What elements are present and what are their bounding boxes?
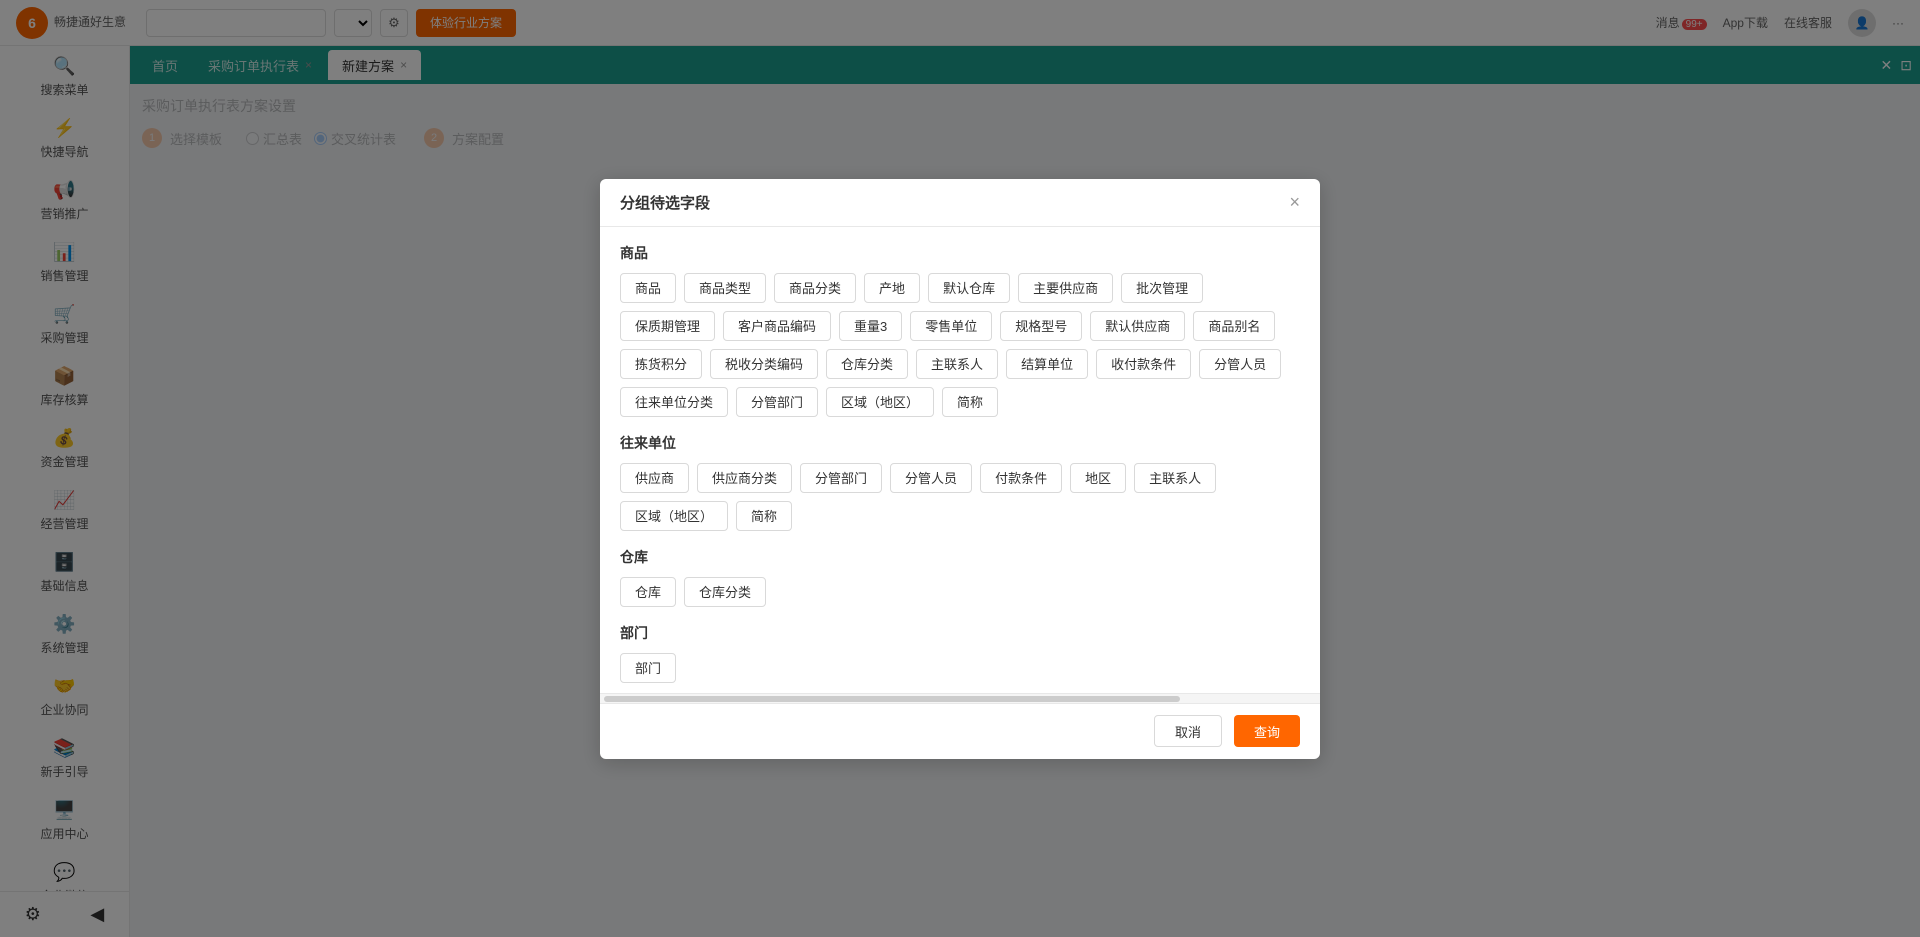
modal: 分组待选字段 × 商品商品商品类型商品分类产地默认仓库主要供应商批次管理保质期管… bbox=[600, 179, 1320, 759]
field-tag-0-7[interactable]: 保质期管理 bbox=[620, 311, 715, 341]
field-section-3: 部门部门 bbox=[620, 623, 1300, 683]
field-tag-3-0[interactable]: 部门 bbox=[620, 653, 676, 683]
field-tag-0-4[interactable]: 默认仓库 bbox=[928, 273, 1010, 303]
field-section-1: 往来单位供应商供应商分类分管部门分管人员付款条件地区主联系人区域（地区） 简称 bbox=[620, 433, 1300, 531]
field-tag-0-5[interactable]: 主要供应商 bbox=[1018, 273, 1113, 303]
field-tag-0-18[interactable]: 结算单位 bbox=[1006, 349, 1088, 379]
field-tag-0-20[interactable]: 分管人员 bbox=[1199, 349, 1281, 379]
field-tag-0-6[interactable]: 批次管理 bbox=[1121, 273, 1203, 303]
field-tag-0-14[interactable]: 拣货积分 bbox=[620, 349, 702, 379]
field-tag-1-8[interactable]: 简称 bbox=[736, 501, 792, 531]
field-tag-1-4[interactable]: 付款条件 bbox=[980, 463, 1062, 493]
field-tag-2-1[interactable]: 仓库分类 bbox=[684, 577, 766, 607]
field-tag-1-5[interactable]: 地区 bbox=[1070, 463, 1126, 493]
field-tag-0-11[interactable]: 规格型号 bbox=[1000, 311, 1082, 341]
modal-body: 商品商品商品类型商品分类产地默认仓库主要供应商批次管理保质期管理客户商品编码重量… bbox=[600, 227, 1320, 693]
field-tag-0-22[interactable]: 分管部门 bbox=[736, 387, 818, 417]
field-tag-0-23[interactable]: 区域（地区） bbox=[826, 387, 934, 417]
section-title-3: 部门 bbox=[620, 623, 1300, 643]
cancel-button[interactable]: 取消 bbox=[1154, 715, 1222, 747]
field-tag-0-24[interactable]: 简称 bbox=[942, 387, 998, 417]
section-title-1: 往来单位 bbox=[620, 433, 1300, 453]
modal-footer: 取消 查询 bbox=[600, 703, 1320, 759]
field-tag-1-2[interactable]: 分管部门 bbox=[800, 463, 882, 493]
field-tag-0-3[interactable]: 产地 bbox=[864, 273, 920, 303]
modal-title: 分组待选字段 bbox=[620, 192, 710, 213]
field-tag-2-0[interactable]: 仓库 bbox=[620, 577, 676, 607]
field-tag-0-17[interactable]: 主联系人 bbox=[916, 349, 998, 379]
field-tag-1-1[interactable]: 供应商分类 bbox=[697, 463, 792, 493]
field-tag-1-6[interactable]: 主联系人 bbox=[1134, 463, 1216, 493]
field-tag-0-19[interactable]: 收付款条件 bbox=[1096, 349, 1191, 379]
modal-close-button[interactable]: × bbox=[1289, 192, 1300, 213]
field-tag-0-10[interactable]: 零售单位 bbox=[910, 311, 992, 341]
field-section-2: 仓库仓库仓库分类 bbox=[620, 547, 1300, 607]
field-tag-1-0[interactable]: 供应商 bbox=[620, 463, 689, 493]
confirm-button[interactable]: 查询 bbox=[1234, 715, 1300, 747]
field-tag-0-9[interactable]: 重量3 bbox=[839, 311, 902, 341]
field-grid-1: 供应商供应商分类分管部门分管人员付款条件地区主联系人区域（地区） 简称 bbox=[620, 463, 1300, 531]
field-tag-0-15[interactable]: 税收分类编码 bbox=[710, 349, 818, 379]
field-section-0: 商品商品商品类型商品分类产地默认仓库主要供应商批次管理保质期管理客户商品编码重量… bbox=[620, 243, 1300, 417]
field-grid-3: 部门 bbox=[620, 653, 1300, 683]
modal-header: 分组待选字段 × bbox=[600, 179, 1320, 227]
field-tag-0-0[interactable]: 商品 bbox=[620, 273, 676, 303]
field-grid-0: 商品商品类型商品分类产地默认仓库主要供应商批次管理保质期管理客户商品编码重量3 零… bbox=[620, 273, 1300, 417]
field-tag-0-16[interactable]: 仓库分类 bbox=[826, 349, 908, 379]
field-tag-0-21[interactable]: 往来单位分类 bbox=[620, 387, 728, 417]
modal-overlay: 分组待选字段 × 商品商品商品类型商品分类产地默认仓库主要供应商批次管理保质期管… bbox=[0, 0, 1920, 937]
section-title-2: 仓库 bbox=[620, 547, 1300, 567]
field-tag-0-12[interactable]: 默认供应商 bbox=[1090, 311, 1185, 341]
field-grid-2: 仓库仓库分类 bbox=[620, 577, 1300, 607]
field-tag-0-1[interactable]: 商品类型 bbox=[684, 273, 766, 303]
modal-horizontal-scrollbar[interactable] bbox=[600, 693, 1320, 703]
field-tag-0-2[interactable]: 商品分类 bbox=[774, 273, 856, 303]
field-tag-1-7[interactable]: 区域（地区） bbox=[620, 501, 728, 531]
field-tag-0-8[interactable]: 客户商品编码 bbox=[723, 311, 831, 341]
field-tag-1-3[interactable]: 分管人员 bbox=[890, 463, 972, 493]
section-title-0: 商品 bbox=[620, 243, 1300, 263]
field-tag-0-13[interactable]: 商品别名 bbox=[1193, 311, 1275, 341]
